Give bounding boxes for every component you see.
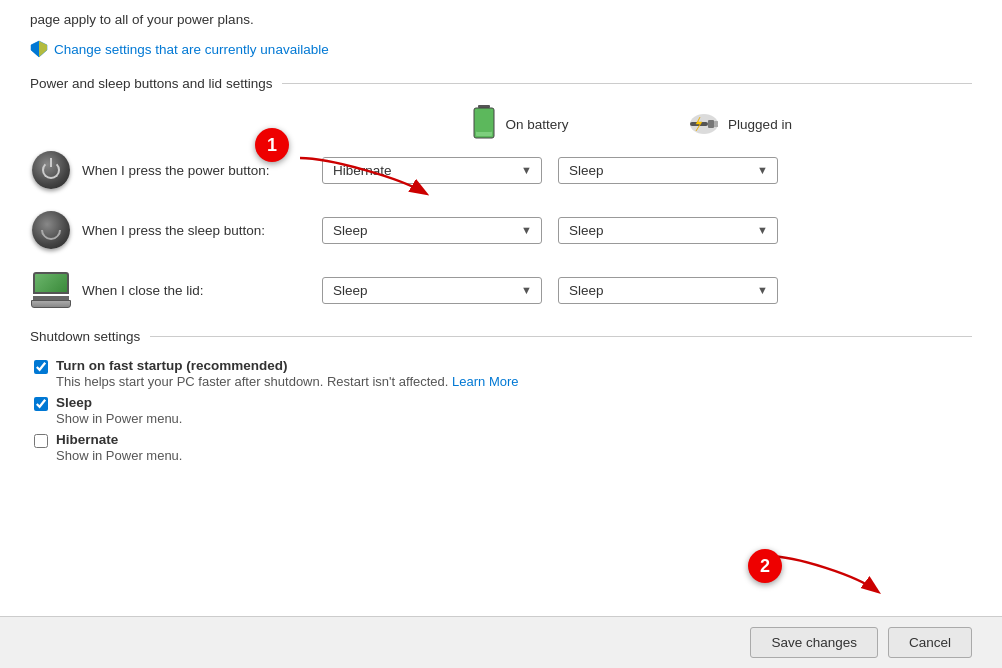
sleep-button-icon [30, 209, 72, 251]
hibernate-shutdown-sub-label: Show in Power menu. [56, 448, 182, 463]
power-plugged-in-select-wrap: Do nothing Sleep Hibernate Shut down ▼ [558, 157, 778, 184]
lid-icon [30, 269, 72, 311]
sleep-shutdown-main-label: Sleep [56, 395, 182, 410]
sleep-button-row: When I press the sleep button: Do nothin… [30, 209, 972, 251]
learn-more-link[interactable]: Learn More [452, 374, 518, 389]
power-plugged-in-select[interactable]: Do nothing Sleep Hibernate Shut down [558, 157, 778, 184]
power-sleep-section-header: Power and sleep buttons and lid settings [30, 76, 972, 91]
intro-text: page apply to all of your power plans. [30, 10, 972, 30]
power-button-row: When I press the power button: Do nothin… [30, 149, 972, 191]
svg-marker-1 [39, 41, 47, 57]
sleep-on-battery-select-wrap: Do nothing Sleep Hibernate Shut down ▼ [322, 217, 542, 244]
lid-on-battery-select-wrap: Do nothing Sleep Hibernate Shut down ▼ [322, 277, 542, 304]
section-divider-line [282, 83, 972, 84]
columns-header: On battery Plugged in [30, 105, 972, 143]
lid-plugged-in-select[interactable]: Do nothing Sleep Hibernate Shut down [558, 277, 778, 304]
plug-icon [688, 111, 720, 137]
annotation-circle-1: 1 [255, 128, 289, 162]
svg-rect-6 [476, 110, 492, 132]
sleep-shutdown-row: Sleep Show in Power menu. [30, 395, 972, 426]
sleep-on-battery-select[interactable]: Do nothing Sleep Hibernate Shut down [322, 217, 542, 244]
lid-plugged-in-select-wrap: Do nothing Sleep Hibernate Shut down ▼ [558, 277, 778, 304]
change-settings-link[interactable]: Change settings that are currently unava… [30, 40, 972, 58]
svg-marker-2 [31, 41, 39, 57]
lid-label: When I close the lid: [82, 283, 322, 298]
fast-startup-main-label: Turn on fast startup (recommended) [56, 358, 519, 373]
hibernate-shutdown-row: Hibernate Show in Power menu. [30, 432, 972, 463]
fast-startup-checkbox[interactable] [34, 360, 48, 374]
svg-rect-9 [708, 120, 714, 128]
sleep-plugged-in-select-wrap: Do nothing Sleep Hibernate Shut down ▼ [558, 217, 778, 244]
lid-row: When I close the lid: Do nothing Sleep H… [30, 269, 972, 311]
sleep-plugged-in-select[interactable]: Do nothing Sleep Hibernate Shut down [558, 217, 778, 244]
sleep-shutdown-checkbox[interactable] [34, 397, 48, 411]
fast-startup-row: Turn on fast startup (recommended) This … [30, 358, 972, 389]
lid-on-battery-select[interactable]: Do nothing Sleep Hibernate Shut down [322, 277, 542, 304]
on-battery-column-header: On battery [410, 105, 630, 143]
power-on-battery-select-wrap: Do nothing Sleep Hibernate Shut down ▼ [322, 157, 542, 184]
shutdown-section: Shutdown settings Turn on fast startup (… [30, 329, 972, 463]
footer: Save changes Cancel [0, 616, 1002, 668]
save-changes-button[interactable]: Save changes [750, 627, 878, 658]
annotation-circle-2: 2 [748, 549, 782, 583]
shield-icon [30, 40, 48, 58]
sleep-button-label: When I press the sleep button: [82, 223, 322, 238]
fast-startup-sub-label: This helps start your PC faster after sh… [56, 374, 519, 389]
change-settings-label: Change settings that are currently unava… [54, 42, 329, 57]
shutdown-section-header: Shutdown settings [30, 329, 972, 344]
shutdown-header-text: Shutdown settings [30, 329, 150, 344]
sleep-shutdown-label-wrap: Sleep Show in Power menu. [56, 395, 182, 426]
shutdown-divider-line [150, 336, 972, 337]
hibernate-shutdown-label-wrap: Hibernate Show in Power menu. [56, 432, 182, 463]
sleep-shutdown-sub-label: Show in Power menu. [56, 411, 182, 426]
svg-rect-11 [714, 124, 718, 127]
svg-rect-10 [714, 121, 718, 124]
hibernate-shutdown-main-label: Hibernate [56, 432, 182, 447]
cancel-button[interactable]: Cancel [888, 627, 972, 658]
hibernate-shutdown-checkbox[interactable] [34, 434, 48, 448]
battery-icon [471, 105, 497, 143]
section-header-text: Power and sleep buttons and lid settings [30, 76, 282, 91]
power-on-battery-select[interactable]: Do nothing Sleep Hibernate Shut down [322, 157, 542, 184]
fast-startup-label-wrap: Turn on fast startup (recommended) This … [56, 358, 519, 389]
power-button-icon [30, 149, 72, 191]
power-button-label: When I press the power button: [82, 163, 322, 178]
plugged-in-column-header: Plugged in [630, 111, 850, 137]
